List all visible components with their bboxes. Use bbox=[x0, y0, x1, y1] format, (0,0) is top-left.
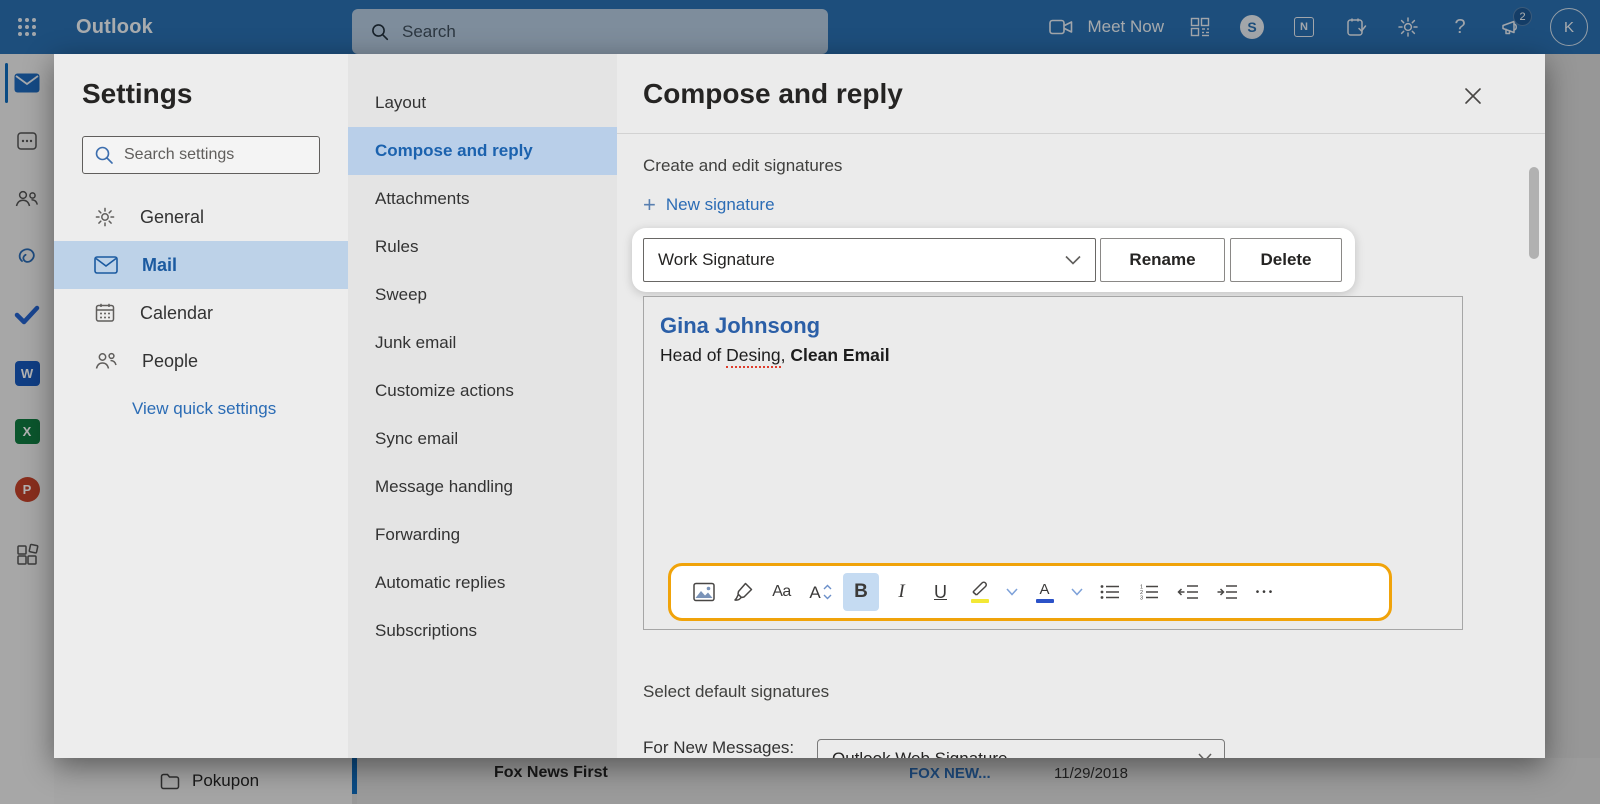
nav-item-junk-email[interactable]: Junk email bbox=[348, 319, 617, 367]
new-signature-label: New signature bbox=[665, 195, 775, 214]
delete-button[interactable]: Delete bbox=[1230, 238, 1342, 282]
underline-button[interactable]: U bbox=[924, 573, 957, 611]
format-painter-icon bbox=[732, 581, 754, 603]
default-row-label: For New Messages: bbox=[643, 738, 795, 757]
font-label: Aa bbox=[772, 583, 791, 600]
settings-item-calendar[interactable]: Calendar bbox=[54, 289, 348, 337]
formatting-toolbar: Aa A B I U A 1 2 3 ••• bbox=[668, 563, 1392, 621]
font-color-options-chevron[interactable] bbox=[1067, 573, 1087, 611]
signature-role-text: Head of Desing, Clean Email bbox=[660, 344, 1446, 368]
font-size-button[interactable]: A bbox=[804, 573, 837, 611]
settings-search-box[interactable] bbox=[82, 136, 320, 174]
nav-item-customize-actions[interactable]: Customize actions bbox=[348, 367, 617, 415]
settings-modal: Settings Search settings General Mail Ca… bbox=[54, 54, 1545, 758]
settings-item-people[interactable]: People bbox=[54, 337, 348, 385]
new-signature-button[interactable]: + New signature bbox=[643, 194, 775, 216]
settings-search-input[interactable] bbox=[124, 146, 294, 164]
nav-item-sync-email[interactable]: Sync email bbox=[348, 415, 617, 463]
signatures-heading: Create and edit signatures bbox=[643, 156, 843, 175]
decrease-indent-button[interactable] bbox=[1171, 573, 1204, 611]
default-signatures-heading: Select default signatures bbox=[643, 682, 830, 701]
plus-icon: + bbox=[643, 192, 656, 217]
role-prefix: Head of bbox=[660, 344, 727, 365]
signature-select-dropdown[interactable]: Work Signature bbox=[643, 238, 1096, 282]
settings-item-general[interactable]: General bbox=[54, 193, 348, 241]
people-icon bbox=[94, 351, 118, 371]
nav-item-automatic-replies[interactable]: Automatic replies bbox=[348, 559, 617, 607]
bold-label: B bbox=[854, 581, 868, 602]
settings-item-label: People bbox=[142, 350, 199, 371]
font-size-icon: A bbox=[809, 584, 832, 601]
nav-item-message-handling[interactable]: Message handling bbox=[348, 463, 617, 511]
settings-item-label: General bbox=[140, 206, 205, 227]
nav-item-forwarding[interactable]: Forwarding bbox=[348, 511, 617, 559]
company-name: Clean Email bbox=[790, 344, 890, 365]
nav-item-subscriptions[interactable]: Subscriptions bbox=[348, 607, 617, 655]
bold-button[interactable]: B bbox=[843, 573, 879, 611]
misspelled-word: Desing bbox=[726, 344, 781, 368]
font-color-icon: A bbox=[1035, 582, 1054, 603]
nav-item-compose-and-reply[interactable]: Compose and reply bbox=[348, 127, 617, 175]
gear-icon bbox=[94, 206, 116, 228]
outdent-icon bbox=[1176, 584, 1199, 600]
highlight-options-chevron[interactable] bbox=[1002, 573, 1022, 611]
highlighter-icon bbox=[970, 581, 990, 603]
settings-item-label: Mail bbox=[142, 254, 178, 275]
indent-icon bbox=[1216, 584, 1238, 600]
panel-scrollbar[interactable] bbox=[1529, 167, 1539, 259]
close-button[interactable] bbox=[1459, 82, 1487, 110]
panel-title: Compose and reply bbox=[643, 78, 903, 109]
settings-panel: Settings Search settings General Mail Ca… bbox=[54, 54, 348, 758]
settings-item-mail[interactable]: Mail bbox=[54, 241, 348, 289]
chevron-down-icon bbox=[1071, 588, 1083, 596]
nav-item-sweep[interactable]: Sweep bbox=[348, 271, 617, 319]
default-signature-dropdown[interactable]: Outlook Web Signature bbox=[817, 739, 1225, 758]
underline-label: U bbox=[934, 581, 947, 602]
signature-select-value: Work Signature bbox=[658, 250, 775, 269]
mail-settings-nav: Layout Compose and reply Attachments Rul… bbox=[348, 54, 617, 758]
close-icon bbox=[1463, 86, 1483, 106]
image-icon bbox=[692, 582, 715, 602]
italic-button[interactable]: I bbox=[885, 573, 918, 611]
font-color-button[interactable]: A bbox=[1028, 573, 1061, 611]
more-formatting-button[interactable]: ••• bbox=[1249, 573, 1282, 611]
default-signature-value: Outlook Web Signature bbox=[832, 749, 1007, 758]
nav-item-layout[interactable]: Layout bbox=[348, 79, 617, 127]
chevron-down-icon bbox=[1065, 255, 1081, 265]
mail-icon bbox=[94, 256, 118, 274]
role-separator: , bbox=[780, 344, 791, 365]
chevron-down-icon bbox=[1198, 753, 1212, 758]
compose-and-reply-panel: Compose and reply Create and edit signat… bbox=[617, 54, 1545, 758]
font-button[interactable]: Aa bbox=[765, 573, 798, 611]
increase-indent-button[interactable] bbox=[1210, 573, 1243, 611]
rename-button[interactable]: Rename bbox=[1100, 238, 1225, 282]
ellipsis-icon: ••• bbox=[1255, 586, 1276, 598]
chevron-down-icon bbox=[1006, 588, 1018, 596]
signature-name-text: Gina Johnsong bbox=[660, 313, 821, 338]
calendar-icon bbox=[94, 302, 116, 324]
settings-item-label: Calendar bbox=[140, 302, 214, 323]
outlook-app: Outlook Meet Now bbox=[0, 0, 1600, 804]
nav-item-attachments[interactable]: Attachments bbox=[348, 175, 617, 223]
header-divider bbox=[617, 133, 1545, 134]
bullet-list-button[interactable] bbox=[1093, 573, 1126, 611]
format-painter-button[interactable] bbox=[726, 573, 759, 611]
highlight-button[interactable] bbox=[963, 573, 996, 611]
view-quick-settings-link[interactable]: View quick settings bbox=[132, 399, 276, 419]
numbered-list-icon: 123 bbox=[1139, 584, 1159, 600]
nav-item-rules[interactable]: Rules bbox=[348, 223, 617, 271]
italic-label: I bbox=[898, 581, 905, 602]
search-icon bbox=[93, 144, 115, 166]
numbered-list-button[interactable]: 123 bbox=[1132, 573, 1165, 611]
svg-text:3: 3 bbox=[1140, 596, 1143, 601]
bullet-list-icon bbox=[1100, 584, 1120, 600]
settings-title: Settings bbox=[82, 78, 193, 109]
insert-image-button[interactable] bbox=[687, 573, 720, 611]
